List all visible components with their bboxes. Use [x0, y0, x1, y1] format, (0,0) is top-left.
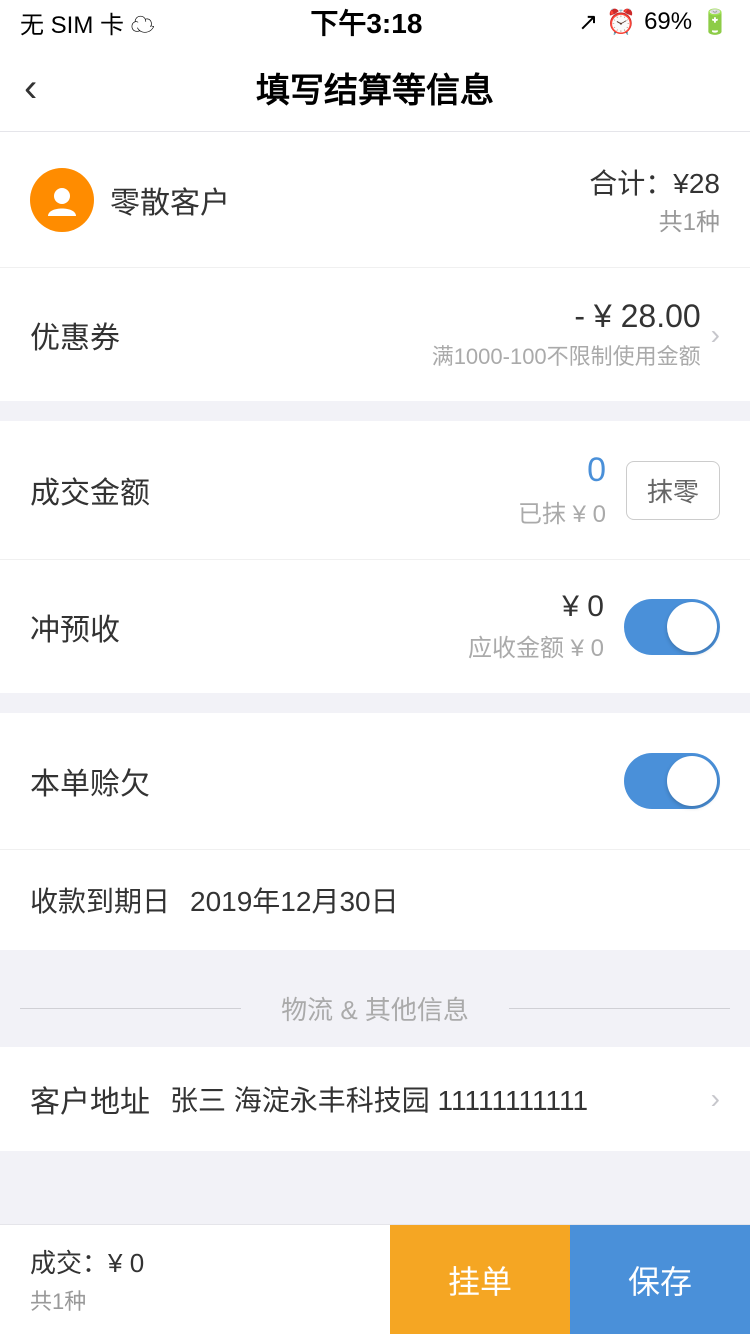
page-title: 填写结算等信息 [256, 63, 494, 112]
coupon-right: - ¥ 28.00 满1000-100不限制使用金额 › [432, 298, 720, 371]
deal-amount-sub: 已抹 ¥ 0 [518, 494, 606, 529]
status-time: 下午3:18 [310, 2, 422, 42]
back-button[interactable]: ‹ [24, 68, 37, 108]
sep-line-left [20, 1008, 241, 1009]
address-value: 张三 海淀永丰科技园 11111111111 [170, 1079, 711, 1119]
deal-amount-right: 0 已抹 ¥ 0 抹零 [518, 451, 720, 529]
deal-amount-label: 成交金额 [30, 468, 150, 512]
battery-text: 69% [644, 8, 692, 36]
prepayment-right: ¥ 0 应收金额 ¥ 0 [468, 590, 720, 663]
logistics-separator: 物流 & 其他信息 [0, 970, 750, 1047]
prepayment-value-block: ¥ 0 应收金额 ¥ 0 [468, 590, 604, 663]
customer-section: 零散客户 合计：¥28 共1种 优惠券 - ¥ 28.00 满1000-100不… [0, 132, 750, 401]
coupon-row[interactable]: 优惠券 - ¥ 28.00 满1000-100不限制使用金额 › [0, 267, 750, 401]
alarm-icon: ⏰ [606, 8, 636, 37]
address-section: 客户地址 张三 海淀永丰科技园 11111111111 › [0, 1047, 750, 1151]
deal-amount-value-block: 0 已抹 ¥ 0 [518, 451, 606, 529]
due-date-label: 收款到期日 [30, 880, 170, 920]
status-left: 无 SIM 卡 ☁ [20, 5, 155, 40]
bottom-deal-label: 成交： [30, 1248, 108, 1278]
sep-line-right [509, 1008, 730, 1009]
status-right: ↗ ⏰ 69% 🔋 [578, 8, 730, 37]
total-amount: 合计：¥28 [589, 162, 720, 202]
customer-left: 零散客户 [30, 168, 230, 232]
logistics-label: 物流 & 其他信息 [281, 990, 469, 1027]
address-row[interactable]: 客户地址 张三 海淀永丰科技园 11111111111 › [0, 1047, 750, 1151]
toggle-knob [667, 602, 717, 652]
debt-row: 本单赊欠 [0, 713, 750, 849]
bottom-deal-value: ¥ 0 [108, 1248, 144, 1278]
customer-total: 合计：¥28 共1种 [589, 162, 720, 237]
address-chevron-icon: › [711, 1083, 720, 1115]
page-content: 零散客户 合计：¥28 共1种 优惠券 - ¥ 28.00 满1000-100不… [0, 132, 750, 1291]
save-button[interactable]: 保存 [570, 1225, 750, 1334]
coupon-value-block: - ¥ 28.00 满1000-100不限制使用金额 [432, 298, 701, 371]
customer-name: 零散客户 [110, 178, 230, 222]
prepayment-value: ¥ 0 [468, 590, 604, 624]
debt-toggle-knob [667, 756, 717, 806]
prepayment-sub: 应收金额 ¥ 0 [468, 628, 604, 663]
coupon-desc: 满1000-100不限制使用金额 [432, 339, 701, 371]
debt-label: 本单赊欠 [30, 759, 150, 803]
avatar [30, 168, 94, 232]
bottom-summary: 成交：¥ 0 共1种 [0, 1243, 390, 1316]
prepayment-label: 冲预收 [30, 605, 120, 649]
address-label: 客户地址 [30, 1077, 150, 1121]
bottom-deal-amount: 成交：¥ 0 [30, 1243, 360, 1280]
coupon-chevron-icon: › [711, 319, 720, 351]
prepayment-row: 冲预收 ¥ 0 应收金额 ¥ 0 [0, 559, 750, 693]
debt-section: 本单赊欠 收款到期日 2019年12月30日 [0, 713, 750, 950]
total-count: 共1种 [589, 202, 720, 237]
deal-amount-value: 0 [518, 451, 606, 490]
signal-text: 无 SIM 卡 ☁ [20, 5, 155, 40]
coupon-amount: - ¥ 28.00 [432, 298, 701, 335]
coupon-label: 优惠券 [30, 313, 120, 357]
due-date-row[interactable]: 收款到期日 2019年12月30日 [0, 849, 750, 950]
hold-button[interactable]: 挂单 [390, 1225, 570, 1334]
bottom-count: 共1种 [30, 1284, 360, 1316]
battery-icon: 🔋 [700, 8, 730, 37]
location-icon: ↗ [578, 8, 598, 37]
nav-bar: ‹ 填写结算等信息 [0, 44, 750, 132]
bottom-bar: 成交：¥ 0 共1种 挂单 保存 [0, 1224, 750, 1334]
debt-toggle[interactable] [624, 753, 720, 809]
deal-section: 成交金额 0 已抹 ¥ 0 抹零 冲预收 ¥ 0 应收金额 ¥ 0 [0, 421, 750, 693]
deal-amount-row: 成交金额 0 已抹 ¥ 0 抹零 [0, 421, 750, 559]
prepayment-toggle[interactable] [624, 599, 720, 655]
round-zero-button[interactable]: 抹零 [626, 461, 720, 520]
customer-row: 零散客户 合计：¥28 共1种 [0, 132, 750, 267]
status-bar: 无 SIM 卡 ☁ 下午3:18 ↗ ⏰ 69% 🔋 [0, 0, 750, 44]
due-date-value: 2019年12月30日 [190, 880, 399, 920]
